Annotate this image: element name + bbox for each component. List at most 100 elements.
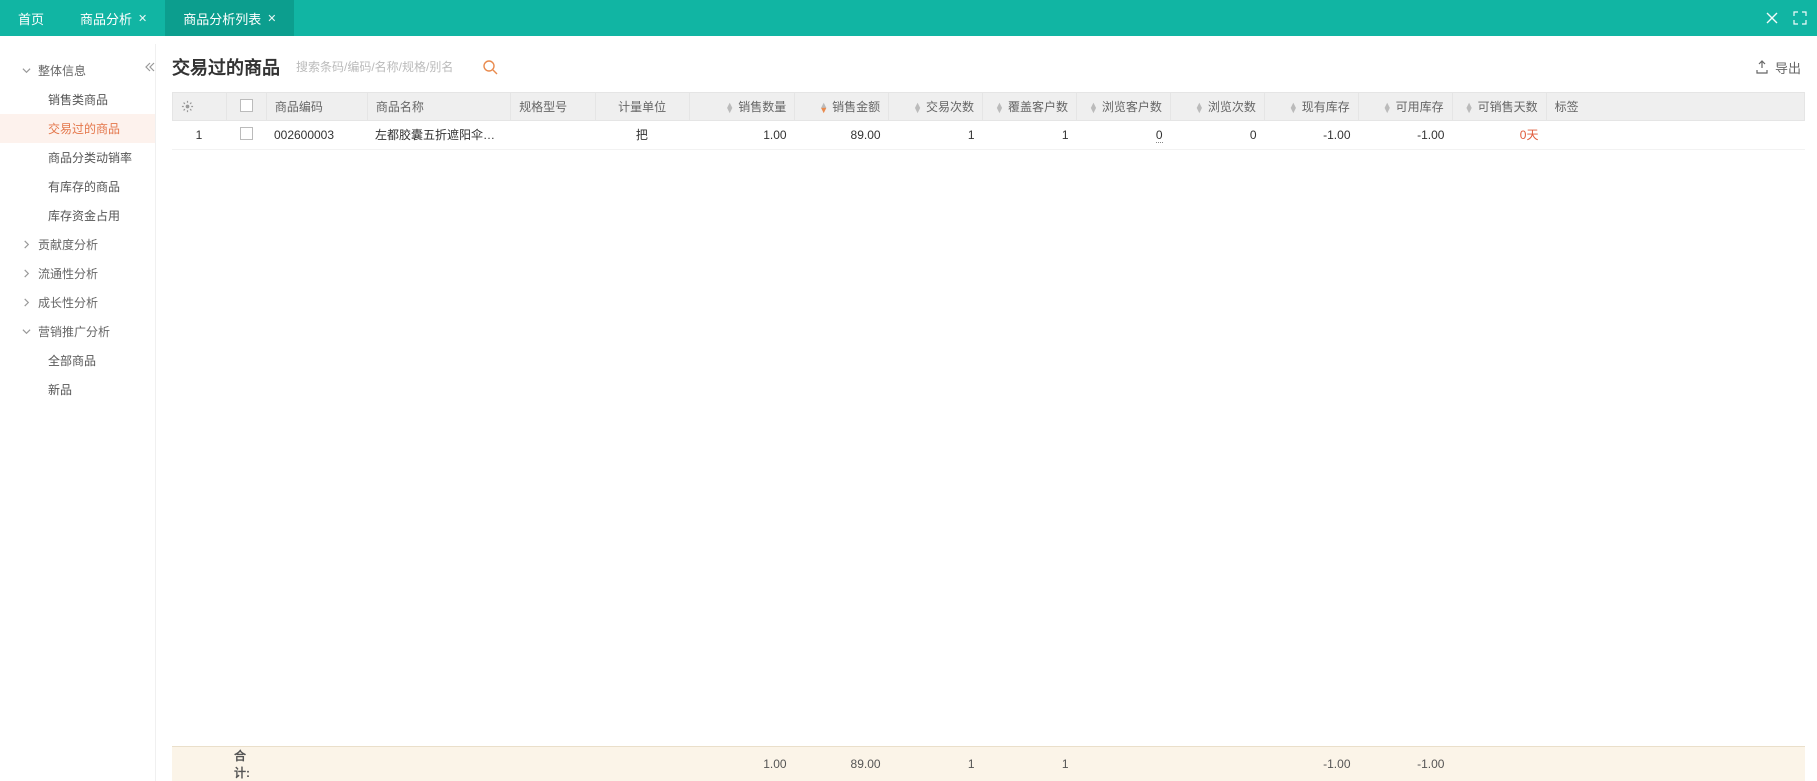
gear-icon[interactable] — [181, 100, 218, 113]
cell-views: 0 — [1171, 121, 1265, 149]
col-header-views[interactable]: ▲▼浏览次数 — [1170, 93, 1264, 121]
col-header-unit: 计量单位 — [595, 93, 689, 121]
tab-2[interactable]: 商品分析列表 ✕ — [165, 0, 294, 36]
footer-cell-code — [266, 747, 367, 781]
col-header-qty[interactable]: ▲▼ 销售数量 — [689, 93, 795, 121]
footer-cell-tag — [1546, 747, 1805, 781]
search-input[interactable] — [296, 60, 476, 74]
col-header-gear — [173, 93, 227, 121]
tab-1[interactable]: 商品分析✕ — [62, 0, 165, 36]
row-checkbox[interactable] — [240, 127, 253, 140]
sidebar-item-0-0[interactable]: 销售类商品 — [0, 85, 155, 114]
col-header-vcust[interactable]: ▲▼浏览客户数 — [1076, 93, 1170, 121]
sort-icon: ▲▼ — [1465, 103, 1474, 113]
sort-icon: ▲▼ — [1289, 103, 1298, 113]
cell-vcust: 0 — [1077, 121, 1171, 149]
table-row[interactable]: 1002600003左都胶囊五折遮阳伞防嗮伞;把1.0089.001100-1.… — [172, 121, 1805, 149]
footer-cell-stock: -1.00 — [1265, 747, 1359, 781]
sidebar-group-label: 成长性分析 — [38, 294, 98, 311]
sidebar-collapse-button[interactable] — [140, 58, 158, 76]
top-tab-bar: 首页商品分析✕ 商品分析列表 ✕ — [0, 0, 1817, 36]
tab-label: 商品分析列表 — [183, 9, 261, 28]
col-header-label: 交易次数 — [926, 100, 974, 114]
tab-0[interactable]: 首页 — [0, 0, 62, 36]
search-icon[interactable] — [482, 59, 498, 75]
col-header-avail[interactable]: ▲▼可用库存 — [1358, 93, 1452, 121]
export-icon — [1755, 60, 1769, 74]
col-header-amount[interactable]: ▲▼销售金额 — [795, 93, 889, 121]
col-header-txn[interactable]: ▲▼交易次数 — [889, 93, 983, 121]
col-header-tag: 标签 — [1546, 93, 1804, 121]
sidebar-group-4[interactable]: 营销推广分析 — [0, 317, 155, 346]
footer-cell-days — [1452, 747, 1546, 781]
cell-qty: 1.00 — [689, 121, 795, 149]
col-header-label: 现有库存 — [1302, 100, 1350, 114]
tab-close-icon[interactable]: ✕ — [138, 12, 147, 25]
search-box — [296, 59, 498, 75]
cell-cust: 1 — [983, 121, 1077, 149]
sidebar-item-0-4[interactable]: 库存资金占用 — [0, 201, 155, 230]
table-footer-row: 合计:1.0089.0011-1.00-1.00 — [172, 747, 1805, 781]
export-label: 导出 — [1775, 58, 1801, 77]
sidebar-item-4-1[interactable]: 新品 — [0, 375, 155, 404]
sidebar-item-4-0[interactable]: 全部商品 — [0, 346, 155, 375]
cell-days: 0天 — [1452, 121, 1546, 149]
cell-name: 左都胶囊五折遮阳伞防嗮伞; — [367, 121, 510, 149]
table-container: 商品编码商品名称规格型号计量单位▲▼销售数量▲▼销售金额▲▼交易次数▲▼覆盖客户… — [156, 92, 1817, 781]
sort-icon: ▲▼ — [995, 103, 1004, 113]
footer-cell-chk: 合计: — [226, 747, 266, 781]
fullscreen-icon[interactable] — [1793, 11, 1807, 25]
col-header-label: 浏览次数 — [1208, 100, 1256, 114]
col-header-label: 销售数量 — [738, 100, 786, 114]
sidebar-item-0-3[interactable]: 有库存的商品 — [0, 172, 155, 201]
sidebar-group-0[interactable]: 整体信息 — [0, 56, 155, 85]
cell-value: 0天 — [1520, 128, 1539, 142]
col-header-label: 计量单位 — [618, 100, 666, 114]
sidebar-group-label: 整体信息 — [38, 62, 86, 79]
cell-unit: 把 — [595, 121, 689, 149]
footer-cell-views — [1171, 747, 1265, 781]
export-button[interactable]: 导出 — [1755, 58, 1801, 77]
chevron-down-icon — [22, 327, 32, 336]
sort-icon: ▲▼ — [1383, 103, 1392, 113]
header-checkbox[interactable] — [240, 99, 253, 112]
col-header-label: 销售金额 — [832, 100, 880, 114]
footer-cell-name — [367, 747, 510, 781]
table-header-row: 商品编码商品名称规格型号计量单位▲▼销售数量▲▼销售金额▲▼交易次数▲▼覆盖客户… — [173, 93, 1805, 121]
cell-amount: 89.00 — [795, 121, 889, 149]
col-header-days[interactable]: ▲▼ 可销售天数 — [1452, 93, 1546, 121]
sidebar-group-label: 营销推广分析 — [38, 323, 110, 340]
sidebar-group-1[interactable]: 贡献度分析 — [0, 230, 155, 259]
tab-close-icon[interactable]: ✕ — [267, 12, 276, 25]
col-header-chk — [227, 93, 267, 121]
col-header-label: 商品名称 — [376, 100, 424, 114]
main-header: 交易过的商品 导出 — [156, 44, 1817, 92]
cell-tag — [1546, 121, 1805, 149]
footer-cell-cust: 1 — [983, 747, 1077, 781]
col-header-label: 标签 — [1555, 100, 1579, 114]
cell-chk — [226, 121, 266, 149]
data-table: 商品编码商品名称规格型号计量单位▲▼销售数量▲▼销售金额▲▼交易次数▲▼覆盖客户… — [172, 92, 1805, 121]
sidebar-group-label: 贡献度分析 — [38, 236, 98, 253]
sidebar-group-2[interactable]: 流通性分析 — [0, 259, 155, 288]
chevron-right-icon — [22, 298, 32, 307]
col-header-stock[interactable]: ▲▼ 现有库存 — [1264, 93, 1358, 121]
cell-value[interactable]: 0 — [1156, 128, 1163, 143]
col-header-label: 可销售天数 — [1478, 100, 1538, 114]
sort-icon: ▲▼ — [725, 103, 734, 113]
topbar-right-icons — [1765, 0, 1817, 36]
col-header-cust[interactable]: ▲▼覆盖客户数 — [983, 93, 1077, 121]
col-header-label: 规格型号 — [519, 100, 567, 114]
tab-label: 首页 — [18, 9, 44, 28]
footer-cell-vcust — [1077, 747, 1171, 781]
cell-stock: -1.00 — [1265, 121, 1359, 149]
footer-cell-amount: 89.00 — [795, 747, 889, 781]
cell-spec — [510, 121, 595, 149]
page-title: 交易过的商品 — [172, 54, 280, 80]
cell-avail: -1.00 — [1359, 121, 1453, 149]
close-panel-icon[interactable] — [1765, 11, 1779, 25]
sidebar-item-0-1[interactable]: 交易过的商品 — [0, 114, 155, 143]
footer-cell-txn: 1 — [889, 747, 983, 781]
sidebar-item-0-2[interactable]: 商品分类动销率 — [0, 143, 155, 172]
sidebar-group-3[interactable]: 成长性分析 — [0, 288, 155, 317]
